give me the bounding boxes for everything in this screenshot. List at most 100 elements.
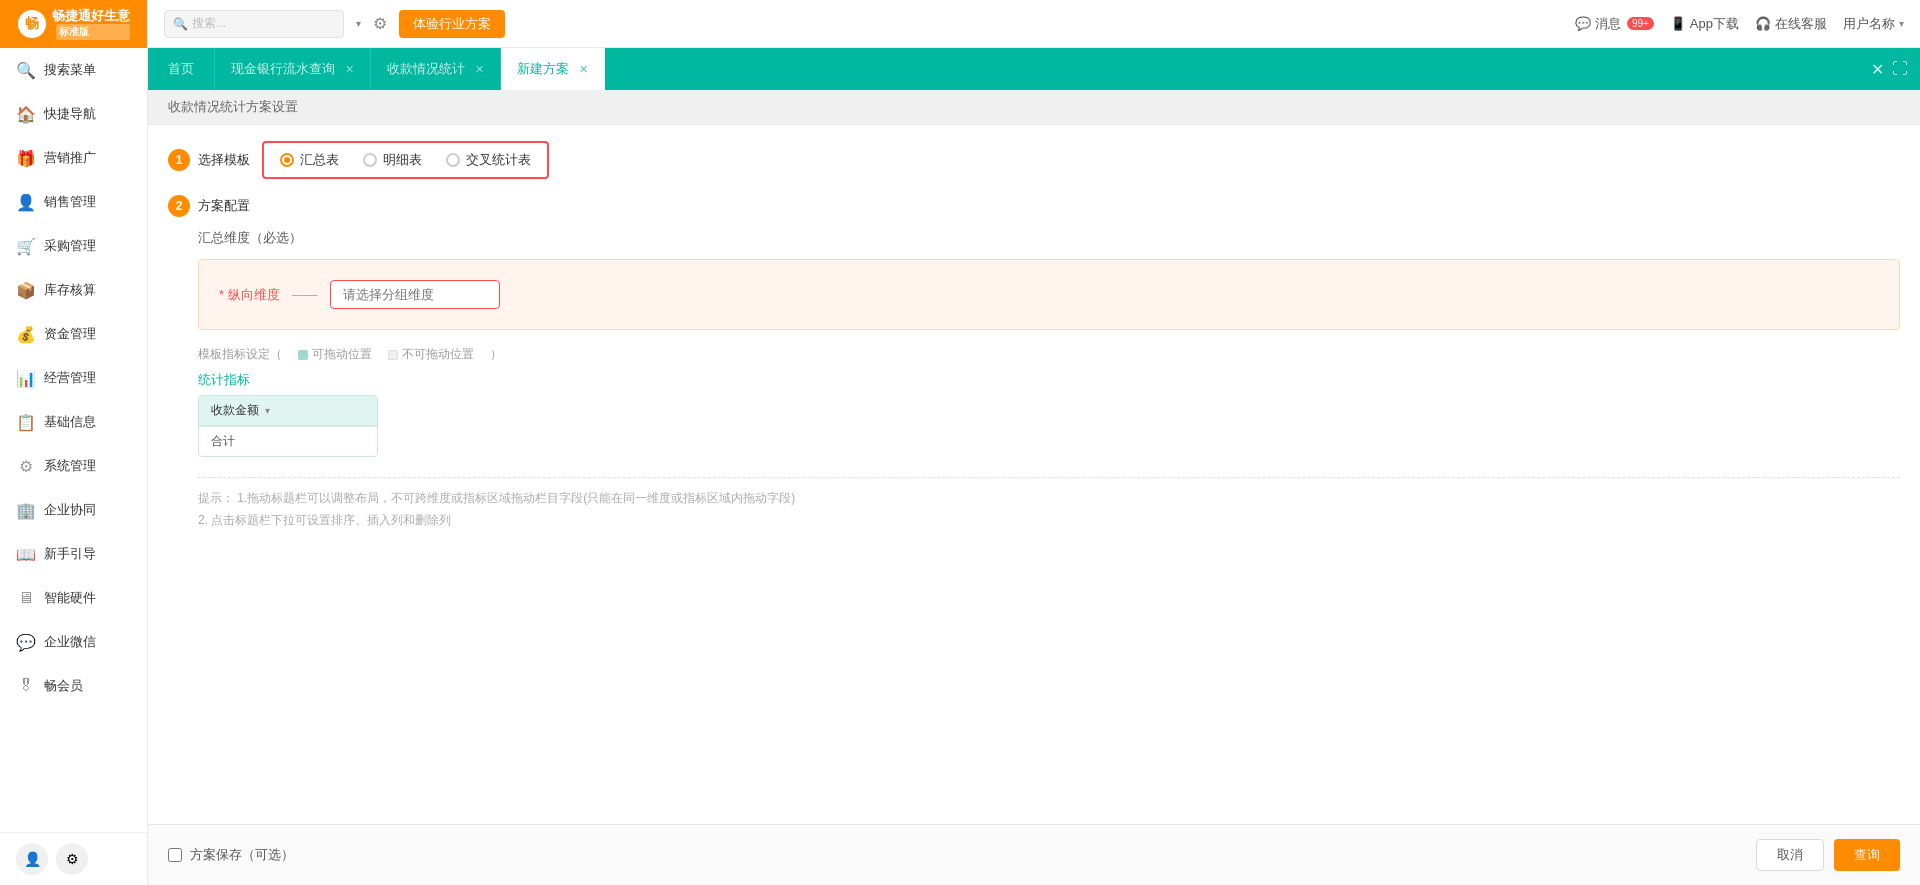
radio-detail-label: 明细表 <box>383 151 422 169</box>
page-footer: 方案保存（可选） 取消 查询 <box>148 824 1920 884</box>
sidebar-item-label: 企业协同 <box>44 501 96 519</box>
sidebar-user-avatar[interactable]: 👤 <box>16 843 48 875</box>
sidebar-item-label: 快捷导航 <box>44 105 96 123</box>
tab-collection[interactable]: 收款情况统计 ✕ <box>371 48 501 90</box>
tab-new-plan-close[interactable]: ✕ <box>579 63 588 76</box>
logo-version: 标准版 <box>56 24 130 40</box>
dimension-area: 纵向维度 —— <box>198 259 1900 330</box>
sidebar-item-member[interactable]: 🎖 畅会员 <box>0 664 147 708</box>
notification-item[interactable]: 💬 消息 99+ <box>1575 15 1654 33</box>
sidebar-item-inventory[interactable]: 📦 库存核算 <box>0 268 147 312</box>
metrics-table-header[interactable]: 收款金额 ▾ <box>199 396 377 426</box>
metrics-grid-title: 统计指标 <box>198 371 1900 389</box>
non-draggable-tag: 不可拖动位置 <box>388 346 474 363</box>
page-header-title: 收款情况统计方案设置 <box>168 99 298 114</box>
tab-new-plan-label: 新建方案 <box>517 60 569 78</box>
sidebar-item-label: 资金管理 <box>44 325 96 343</box>
sidebar-nav: 🔍 搜索菜单 🏠 快捷导航 🎁 营销推广 👤 销售管理 🛒 采购管理 📦 库存核… <box>0 48 147 832</box>
sidebar-item-purchase[interactable]: 🛒 采购管理 <box>0 224 147 268</box>
tab-collection-label: 收款情况统计 <box>387 60 465 78</box>
topbar: 🔍 搜索... ▾ ⚙ 体验行业方案 💬 消息 99+ 📱 App下载 🎧 在线… <box>148 0 1920 48</box>
gift-icon: 🎁 <box>16 148 36 168</box>
sidebar-item-basic[interactable]: 📋 基础信息 <box>0 400 147 444</box>
tip-line-2: 2. 点击标题栏下拉可设置排序、插入列和删除列 <box>198 510 1900 532</box>
online-service-item[interactable]: 🎧 在线客服 <box>1755 15 1827 33</box>
sidebar: 畅 畅捷通好生意 标准版 🔍 搜索菜单 🏠 快捷导航 🎁 营销推广 👤 销售管理… <box>0 0 148 885</box>
user-name-item[interactable]: 用户名称 ▾ <box>1843 15 1904 33</box>
industry-plan-button[interactable]: 体验行业方案 <box>399 10 505 38</box>
topbar-search[interactable]: 🔍 搜索... <box>164 10 344 38</box>
cancel-button[interactable]: 取消 <box>1756 839 1824 871</box>
tab-cashflow-close[interactable]: ✕ <box>345 63 354 76</box>
list-icon: 📋 <box>16 412 36 432</box>
topbar-dropdown-arrow[interactable]: ▾ <box>356 18 361 29</box>
sidebar-item-marketing[interactable]: 🎁 营销推广 <box>0 136 147 180</box>
sidebar-item-label: 经营管理 <box>44 369 96 387</box>
sidebar-item-system[interactable]: ⚙ 系统管理 <box>0 444 147 488</box>
template-options: 汇总表 明细表 交叉统计表 <box>262 141 549 179</box>
medal-icon: 🎖 <box>16 676 36 696</box>
sidebar-bottom: 👤 ⚙ <box>0 832 147 885</box>
app-download-item[interactable]: 📱 App下载 <box>1670 15 1739 33</box>
tab-close-all-btn[interactable]: ✕ <box>1871 60 1884 79</box>
tab-home-label: 首页 <box>168 60 194 78</box>
non-draggable-label: 不可拖动位置 <box>402 346 474 363</box>
metrics-column-label: 收款金额 <box>211 402 259 419</box>
cart-icon: 🛒 <box>16 236 36 256</box>
metrics-title-end: ） <box>490 346 502 363</box>
metrics-table: 收款金额 ▾ 合计 <box>198 395 378 457</box>
draggable-label: 可拖动位置 <box>312 346 372 363</box>
sidebar-item-guide[interactable]: 📖 新手引导 <box>0 532 147 576</box>
page-header: 收款情况统计方案设置 <box>148 90 1920 125</box>
radio-detail[interactable]: 明细表 <box>363 151 422 169</box>
online-service-label: 在线客服 <box>1775 15 1827 33</box>
tab-home[interactable]: 首页 <box>148 48 215 90</box>
tip-line-1: 提示： 1.拖动标题栏可以调整布局，不可跨维度或指标区域拖动栏目字段(只能在同一… <box>198 488 1900 510</box>
wechat-icon: 💬 <box>16 632 36 652</box>
tab-expand-btn[interactable]: ⛶ <box>1892 60 1908 78</box>
user-icon: 👤 <box>16 192 36 212</box>
radio-summary-circle <box>280 153 294 167</box>
topbar-right: 💬 消息 99+ 📱 App下载 🎧 在线客服 用户名称 ▾ <box>1575 15 1904 33</box>
sidebar-item-operations[interactable]: 📊 经营管理 <box>0 356 147 400</box>
sidebar-item-search[interactable]: 🔍 搜索菜单 <box>0 48 147 92</box>
monitor-icon: 🖥 <box>16 588 36 608</box>
query-button[interactable]: 查询 <box>1834 839 1900 871</box>
settings-icon: ⚙ <box>16 456 36 476</box>
tabbar: 首页 现金银行流水查询 ✕ 收款情况统计 ✕ 新建方案 ✕ ✕ ⛶ <box>148 48 1920 90</box>
tabbar-actions: ✕ ⛶ <box>1859 48 1920 90</box>
radio-cross-circle <box>446 153 460 167</box>
content-area: 收款情况统计方案设置 1 选择模板 汇总表 明细表 <box>148 90 1920 885</box>
sidebar-item-finance[interactable]: 💰 资金管理 <box>0 312 147 356</box>
sidebar-item-enterprise[interactable]: 🏢 企业协同 <box>0 488 147 532</box>
step2-num: 2 <box>168 195 190 217</box>
step1-section: 1 选择模板 汇总表 明细表 交 <box>168 141 1900 179</box>
user-dropdown-arrow: ▾ <box>1899 18 1904 29</box>
topbar-gear-icon[interactable]: ⚙ <box>373 14 387 33</box>
step2-title: 方案配置 <box>198 197 250 215</box>
step2-header: 2 方案配置 <box>168 195 1900 217</box>
logo-icon: 畅 <box>18 10 46 38</box>
sidebar-item-wechat[interactable]: 💬 企业微信 <box>0 620 147 664</box>
save-plan-checkbox[interactable] <box>168 848 182 862</box>
radio-cross[interactable]: 交叉统计表 <box>446 151 531 169</box>
box-icon: 📦 <box>16 280 36 300</box>
step2-section: 2 方案配置 汇总维度（必选） 纵向维度 —— <box>168 195 1900 531</box>
sidebar-item-sales[interactable]: 👤 销售管理 <box>0 180 147 224</box>
radio-cross-label: 交叉统计表 <box>466 151 531 169</box>
tab-collection-close[interactable]: ✕ <box>475 63 484 76</box>
topbar-search-placeholder: 搜索... <box>192 15 226 32</box>
tab-cashflow[interactable]: 现金银行流水查询 ✕ <box>215 48 371 90</box>
sidebar-settings-btn[interactable]: ⚙ <box>56 843 88 875</box>
dimension-input[interactable] <box>330 280 500 309</box>
radio-summary[interactable]: 汇总表 <box>280 151 339 169</box>
notification-badge: 99+ <box>1627 17 1654 30</box>
sidebar-item-label: 营销推广 <box>44 149 96 167</box>
page-body: 1 选择模板 汇总表 明细表 交 <box>148 125 1920 824</box>
home-icon: 🏠 <box>16 104 36 124</box>
tab-cashflow-label: 现金银行流水查询 <box>231 60 335 78</box>
draggable-dot-icon <box>298 350 308 360</box>
sidebar-item-hardware[interactable]: 🖥 智能硬件 <box>0 576 147 620</box>
sidebar-item-quicknav[interactable]: 🏠 快捷导航 <box>0 92 147 136</box>
tab-new-plan[interactable]: 新建方案 ✕ <box>501 48 605 90</box>
